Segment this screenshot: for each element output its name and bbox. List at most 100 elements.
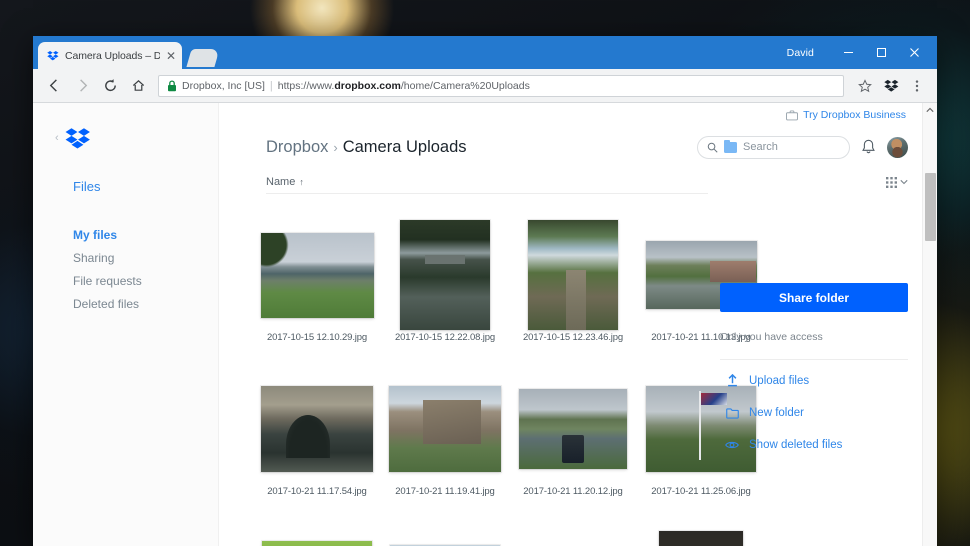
window-close-button[interactable] [898, 36, 931, 69]
file-name: 2017-10-21 11.25.06.jpg [651, 486, 751, 497]
upload-icon [725, 374, 739, 387]
file-thumbnail-box [659, 531, 743, 546]
file-name: 2017-10-21 11.17.54.jpg [267, 486, 367, 497]
file-name: 2017-10-21 11.19.41.jpg [395, 486, 495, 497]
file-thumbnail[interactable] [528, 220, 618, 330]
dropbox-favicon-icon [47, 50, 59, 60]
tab-close-icon[interactable]: ✕ [166, 50, 176, 62]
new-folder-action[interactable]: New folder [720, 401, 908, 424]
panel-divider [720, 359, 908, 360]
forward-button[interactable] [69, 73, 95, 99]
sidebar-item-deleted-files[interactable]: Deleted files [33, 293, 218, 316]
sidebar-item-my-files[interactable]: My files [33, 224, 218, 247]
file-grid-row: 2017-10-15 12.10.29.jpg 2017-10-15 12.22… [253, 220, 765, 343]
search-scope-folder-icon[interactable] [724, 139, 737, 153]
file-name: 2017-10-21 11.20.12.jpg [523, 486, 623, 497]
file-thumbnail[interactable] [659, 531, 743, 546]
browser-toolbar: Dropbox, Inc [US] | https://www.dropbox.… [33, 69, 937, 103]
search-icon [707, 142, 718, 153]
file-item[interactable] [509, 541, 637, 546]
file-item[interactable]: 2017-10-15 12.10.29.jpg [253, 231, 381, 343]
dropbox-extension-icon[interactable] [879, 74, 903, 98]
page-scrollbar[interactable] [922, 103, 937, 546]
file-item[interactable] [253, 541, 381, 546]
file-thumbnail[interactable] [400, 220, 490, 330]
file-name: 2017-10-15 12.23.46.jpg [522, 332, 624, 343]
site-identity-label: Dropbox, Inc [US] [182, 79, 265, 92]
folder-actions-panel: Share folder Only you have access Upload… [707, 283, 922, 456]
omnibox-separator: | [269, 79, 273, 92]
file-item[interactable]: 2017-10-15 12.23.46.jpg [509, 220, 637, 343]
file-thumbnail[interactable] [262, 541, 372, 546]
share-folder-button[interactable]: Share folder [720, 283, 908, 312]
back-button[interactable] [41, 73, 67, 99]
file-thumbnail-box [261, 385, 373, 473]
chevron-down-icon [900, 179, 908, 185]
file-item[interactable] [637, 531, 765, 546]
new-tab-button[interactable] [186, 49, 220, 67]
dropbox-page: ‹ Files My files Sharing File requests D… [33, 103, 922, 546]
file-item[interactable]: 2017-10-21 11.19.41.jpg [381, 385, 509, 497]
file-name: 2017-10-15 12.22.08.jpg [394, 332, 496, 343]
browser-menu-icon[interactable] [905, 74, 929, 98]
new-folder-icon [725, 407, 739, 419]
grid-view-icon [886, 176, 897, 188]
browser-window: Camera Uploads – Dropbox ✕ David [33, 36, 937, 546]
tab-title: Camera Uploads – Dropbox [65, 49, 160, 62]
sidebar-header: ‹ [33, 125, 218, 151]
sort-ascending-icon[interactable]: ↑ [299, 177, 304, 187]
file-thumbnail[interactable] [389, 386, 501, 472]
sidebar-item-file-requests[interactable]: File requests [33, 270, 218, 293]
address-bar[interactable]: Dropbox, Inc [US] | https://www.dropbox.… [158, 74, 844, 97]
briefcase-icon [786, 109, 799, 120]
bookmark-star-icon[interactable] [853, 74, 877, 98]
file-thumbnail-box [519, 385, 627, 473]
window-maximize-button[interactable] [865, 36, 898, 69]
new-folder-label: New folder [749, 406, 804, 419]
upload-files-action[interactable]: Upload files [720, 369, 908, 392]
bell-icon[interactable] [861, 139, 876, 155]
profile-name[interactable]: David [787, 47, 814, 59]
view-toggle-button[interactable] [886, 176, 908, 188]
scroll-up-arrow-icon[interactable] [923, 103, 937, 117]
sidebar-item-sharing[interactable]: Sharing [33, 247, 218, 270]
scrollbar-thumb[interactable] [925, 173, 936, 241]
window-minimize-button[interactable] [832, 36, 865, 69]
breadcrumb-root[interactable]: Dropbox [266, 138, 328, 156]
tab-strip: Camera Uploads – Dropbox ✕ [38, 42, 220, 69]
file-item[interactable] [381, 541, 509, 546]
column-header-row: Name ↑ [266, 171, 908, 193]
dropbox-sidebar: ‹ Files My files Sharing File requests D… [33, 103, 219, 546]
breadcrumb-current: Camera Uploads [342, 137, 467, 156]
try-dropbox-business-link[interactable]: Try Dropbox Business [786, 109, 906, 121]
window-controls: David [787, 36, 937, 69]
url-path: /home/Camera%20Uploads [400, 79, 530, 92]
browser-titlebar: Camera Uploads – Dropbox ✕ David [33, 36, 937, 69]
file-grid: ….jpg ….jpg ….jpg ….jpg 2017-10-15 [253, 193, 765, 546]
file-thumbnail[interactable] [260, 232, 374, 318]
search-input[interactable]: Search [697, 135, 850, 159]
file-thumbnail[interactable] [519, 389, 627, 469]
file-item[interactable]: 2017-10-21 11.17.54.jpg [253, 385, 381, 497]
url-text: https://www.dropbox.com/home/Camera%20Up… [278, 80, 530, 92]
column-header-name[interactable]: Name [266, 176, 295, 188]
show-deleted-files-action[interactable]: Show deleted files [720, 433, 908, 456]
page-header: Dropbox › Camera Uploads Search [219, 127, 922, 167]
home-button[interactable] [125, 73, 151, 99]
dropbox-main: Try Dropbox Business Dropbox › Camera Uplo… [219, 103, 922, 546]
file-item[interactable]: 2017-10-15 12.22.08.jpg [381, 220, 509, 343]
upload-files-label: Upload files [749, 374, 810, 387]
sidebar-collapse-icon[interactable]: ‹ [55, 132, 59, 144]
file-thumbnail-box [390, 541, 500, 546]
sidebar-item-files[interactable]: Files [33, 179, 218, 194]
reload-button[interactable] [97, 73, 123, 99]
browser-tab[interactable]: Camera Uploads – Dropbox ✕ [38, 42, 182, 69]
file-grid-area: ….jpg ….jpg ….jpg ….jpg 2017-10-15 [253, 193, 922, 546]
dropbox-logo-icon[interactable] [65, 125, 91, 151]
file-thumbnail[interactable] [261, 386, 373, 472]
page-viewport: ‹ Files My files Sharing File requests D… [33, 103, 937, 546]
breadcrumb-separator: › [333, 139, 338, 155]
file-item[interactable]: 2017-10-21 11.20.12.jpg [509, 385, 637, 497]
avatar[interactable] [887, 136, 908, 158]
url-host: dropbox.com [334, 79, 401, 92]
